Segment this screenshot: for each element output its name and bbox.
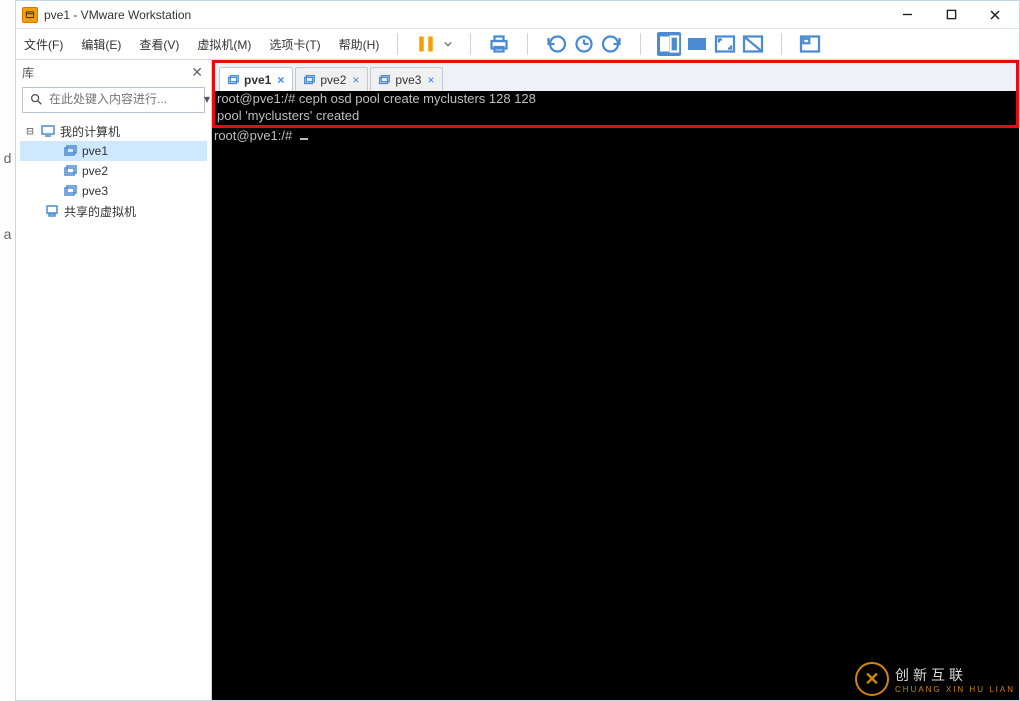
vm-icon (62, 163, 78, 179)
monitor-icon (40, 123, 56, 139)
tab-label: pve1 (244, 73, 271, 87)
terminal-prompt: root@pve1:/# (214, 128, 296, 143)
sidebar-title: 库 (22, 64, 34, 81)
minimize-button[interactable] (885, 1, 929, 28)
terminal-line: root@pve1:/# ceph osd pool create myclus… (217, 91, 536, 106)
menu-bar: 文件(F) 编辑(E) 查看(V) 虚拟机(M) 选项卡(T) 帮助(H) (16, 29, 1019, 60)
tab-pve1[interactable]: pve1 × (219, 67, 293, 91)
terminal-line: pool 'myclusters' created (217, 108, 359, 123)
search-icon (29, 92, 43, 106)
app-icon (22, 7, 38, 23)
dropdown-icon[interactable] (442, 32, 454, 56)
vm-icon (377, 73, 391, 87)
fit-guest-icon[interactable] (657, 32, 681, 56)
separator (470, 33, 471, 55)
separator (640, 33, 641, 55)
unity-icon[interactable] (685, 32, 709, 56)
search-input[interactable] (49, 92, 204, 106)
vm-icon (226, 73, 240, 87)
tree-label: pve3 (82, 184, 108, 198)
close-button[interactable] (973, 1, 1017, 28)
vmware-window: pve1 - VMware Workstation 文件(F) 编辑(E) 查看… (15, 0, 1020, 701)
tab-pve3[interactable]: pve3 × (370, 67, 443, 91)
vm-icon (62, 183, 78, 199)
terminal-highlighted[interactable]: root@pve1:/# ceph osd pool create myclus… (215, 91, 1016, 125)
menu-view[interactable]: 查看(V) (137, 32, 181, 57)
search-box[interactable]: ▾ (22, 87, 205, 113)
maximize-button[interactable] (929, 1, 973, 28)
expand-toggle-icon[interactable]: ⊟ (24, 124, 36, 138)
power-pause-icon[interactable] (414, 32, 438, 56)
tree-label: 共享的虚拟机 (64, 203, 136, 220)
tree-label: 我的计算机 (60, 123, 120, 140)
sidebar-close-icon[interactable]: ✕ (189, 64, 205, 81)
printer-icon[interactable] (487, 32, 511, 56)
main-content: pve1 × pve2 × pve3 × (212, 60, 1019, 700)
vm-icon (302, 73, 316, 87)
title-bar: pve1 - VMware Workstation (16, 1, 1019, 29)
tree-label: pve1 (82, 144, 108, 158)
vm-icon (62, 143, 78, 159)
tab-close-icon[interactable]: × (350, 73, 359, 87)
tree-item-pve3[interactable]: pve3 (20, 181, 207, 201)
tab-label: pve3 (395, 73, 421, 87)
tab-close-icon[interactable]: × (425, 73, 434, 87)
snapshot-back-icon[interactable] (544, 32, 568, 56)
tree-shared-vms[interactable]: 共享的虚拟机 (20, 201, 207, 221)
vm-tree: ⊟ 我的计算机 pve1 pve2 pve3 (16, 119, 211, 223)
separator (527, 33, 528, 55)
search-dropdown-icon[interactable]: ▾ (204, 92, 210, 106)
window-title: pve1 - VMware Workstation (44, 8, 885, 22)
page-letter: d (4, 150, 12, 166)
tree-label: pve2 (82, 164, 108, 178)
annotation-highlight: pve1 × pve2 × pve3 × (212, 60, 1019, 128)
tree-item-pve2[interactable]: pve2 (20, 161, 207, 181)
terminal-body[interactable]: root@pve1:/# (212, 128, 1019, 700)
stretch-icon[interactable] (741, 32, 765, 56)
fullscreen-icon[interactable] (713, 32, 737, 56)
menu-vm[interactable]: 虚拟机(M) (195, 32, 253, 57)
separator (397, 33, 398, 55)
library-sidebar: 库 ✕ ▾ ⊟ 我的计算机 pve1 (16, 60, 212, 700)
menu-help[interactable]: 帮助(H) (337, 32, 382, 57)
snapshot-take-icon[interactable] (572, 32, 596, 56)
snapshot-manage-icon[interactable] (600, 32, 624, 56)
shared-icon (44, 203, 60, 219)
menu-tabs[interactable]: 选项卡(T) (267, 32, 322, 57)
menu-edit[interactable]: 编辑(E) (79, 32, 123, 57)
page-letter: a (4, 226, 12, 242)
separator (781, 33, 782, 55)
tab-pve2[interactable]: pve2 × (295, 67, 368, 91)
cursor-icon (300, 138, 308, 140)
tree-my-computer[interactable]: ⊟ 我的计算机 (20, 121, 207, 141)
menu-file[interactable]: 文件(F) (22, 32, 65, 57)
thumbnail-icon[interactable] (798, 32, 822, 56)
tab-close-icon[interactable]: × (275, 73, 284, 87)
tree-item-pve1[interactable]: pve1 (20, 141, 207, 161)
tab-label: pve2 (320, 73, 346, 87)
vm-tabs: pve1 × pve2 × pve3 × (215, 63, 1016, 91)
